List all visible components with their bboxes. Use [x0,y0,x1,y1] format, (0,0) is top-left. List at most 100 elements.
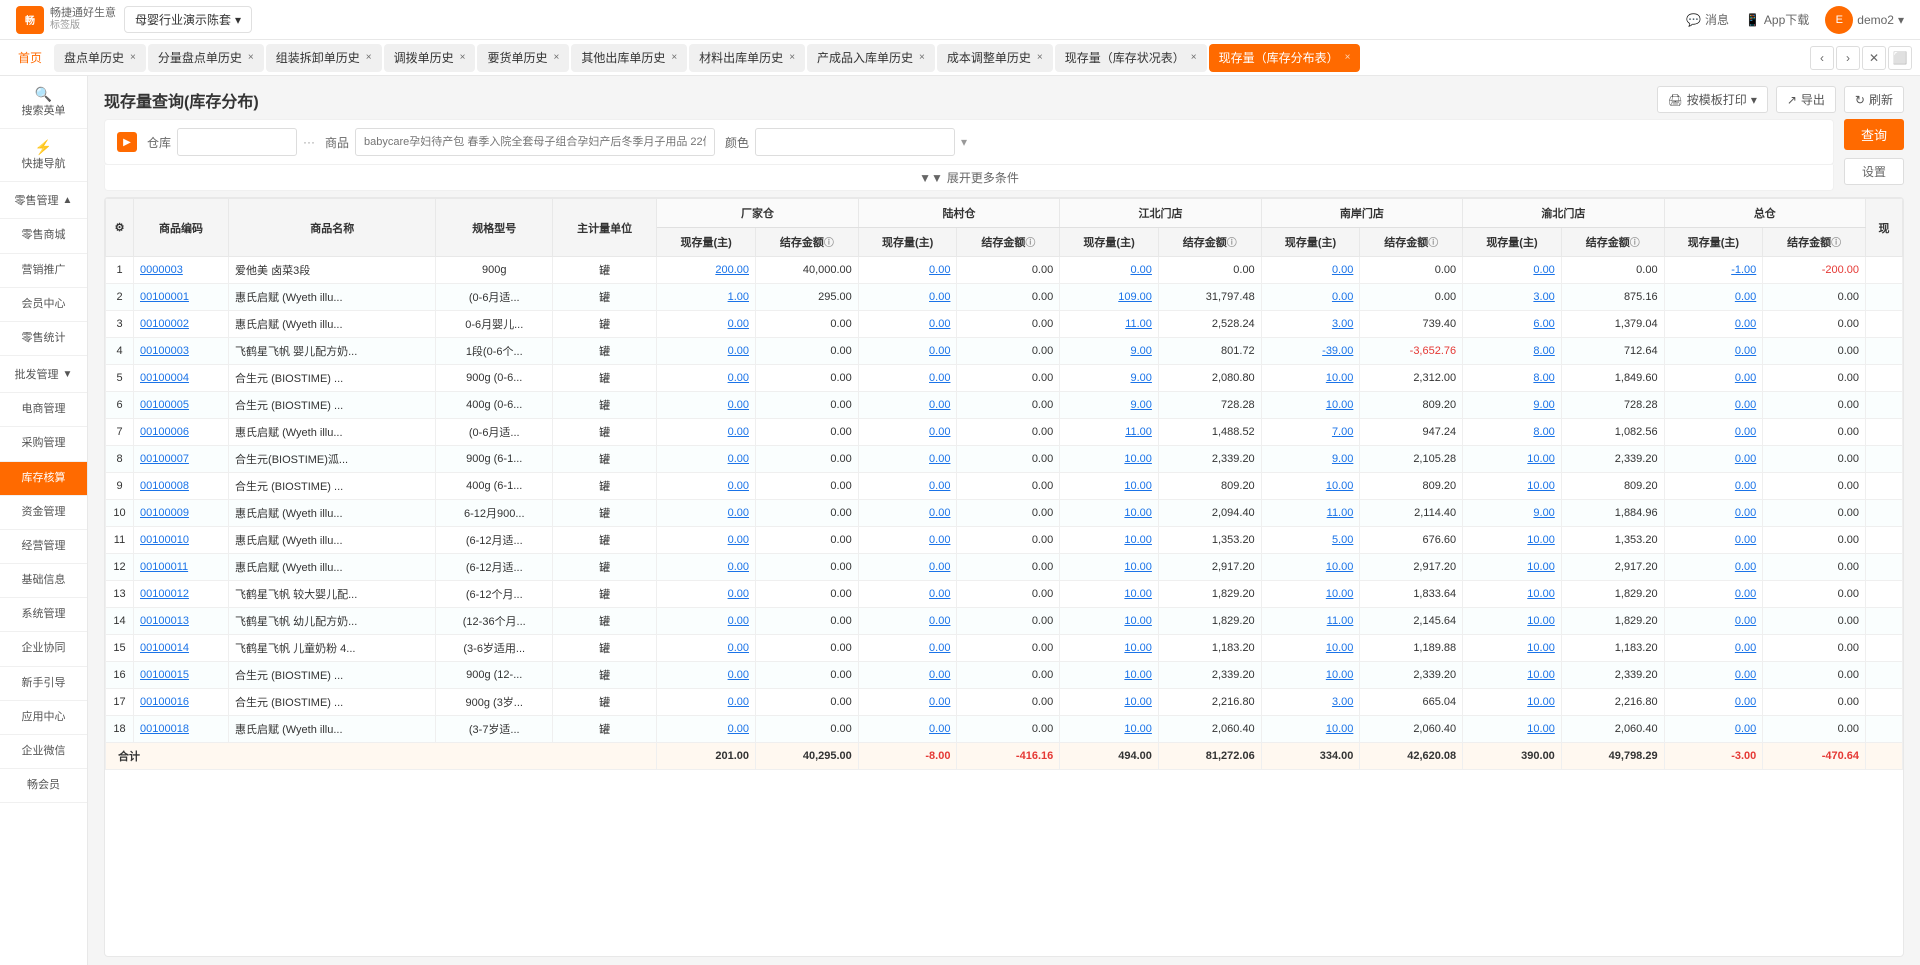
info-icon[interactable]: ⓘ [1428,238,1438,249]
filter-toggle-btn[interactable]: ▶ [117,132,137,152]
refresh-btn[interactable]: ↻ 刷新 [1844,86,1904,113]
sidebar-item-inventory[interactable]: 库存核算 [0,462,87,496]
gear-icon[interactable]: ⚙ [115,222,125,234]
sidebar-item-marketing[interactable]: 营销推广 [0,254,87,288]
col-na-qty: 现存量(主) [1261,228,1360,257]
goods-input[interactable] [355,128,715,156]
col-jb-qty: 现存量(主) [1060,228,1159,257]
info-icon[interactable]: ⓘ [1831,238,1841,249]
sidebar-item-enterprise[interactable]: 企业协同 [0,632,87,666]
table-row: 4 00100003 飞鹤星飞帆 婴儿配方奶... 1段(0-6个... 罐 0… [106,338,1903,365]
nav-prev[interactable]: ‹ [1810,46,1834,70]
tab-split-inventory[interactable]: 分量盘点单历史× [148,44,264,72]
export-btn[interactable]: ↗ 导出 [1776,86,1836,113]
close-icon[interactable]: × [1037,52,1043,63]
data-table-container: ⚙ 商品编码 商品名称 规格型号 主计量单位 厂家仓 陆村仓 江北门店 南岸门店… [104,197,1904,957]
sidebar-item-member2[interactable]: 畅会员 [0,769,87,803]
tab-stock-distribution[interactable]: 现存量（库存分布表）× [1209,44,1361,72]
filter-row: ▶ 仓库 ··· 商品 颜色 [104,119,1834,165]
tab-assembly[interactable]: 组装拆卸单历史× [266,44,382,72]
tab-transfer[interactable]: 调拨单历史× [384,44,476,72]
tab-stock-status[interactable]: 现存量（库存状况表）× [1055,44,1207,72]
tab-requisition[interactable]: 要货单历史× [477,44,569,72]
info-icon[interactable]: ⓘ [824,238,834,249]
sidebar-item-ecommerce[interactable]: 电商管理 [0,393,87,427]
table-row: 16 00100015 合生元 (BIOSTIME) ... 900g (12-… [106,662,1903,689]
sidebar-item-wholesale[interactable]: 批发管理 ▼ [0,356,87,393]
settings-button[interactable]: 设置 [1844,158,1904,185]
sidebar-item-app-center[interactable]: 应用中心 [0,701,87,735]
nav-next[interactable]: › [1836,46,1860,70]
sidebar-item-quick-nav[interactable]: ⚡ 快捷导航 [0,129,87,182]
close-icon[interactable]: × [460,52,466,63]
sidebar-item-member[interactable]: 会员中心 [0,288,87,322]
tab-material-outbound[interactable]: 材料出库单历史× [689,44,805,72]
color-dropdown-icon[interactable]: ▾ [961,135,967,149]
nav-arrows: ‹ › ✕ ⬜ [1810,46,1912,70]
tab-product-inbound[interactable]: 产成品入库单历史× [807,44,935,72]
color-input[interactable] [755,128,955,156]
sidebar-item-purchase[interactable]: 采购管理 [0,427,87,461]
top-bar-right: 💬 消息 📱 App下载 E demo2 ▾ [1686,6,1904,34]
top-bar: 畅 畅捷通好生意 标签版 母婴行业演示陈套 ▾ 💬 消息 📱 App下载 E d… [0,0,1920,40]
user-area[interactable]: E demo2 ▾ [1825,6,1904,34]
message-btn[interactable]: 💬 消息 [1686,11,1729,28]
col-code-header: 商品编码 [134,199,229,257]
sidebar-item-operations[interactable]: 经营管理 [0,530,87,564]
sidebar-item-search[interactable]: 🔍 搜索英单 [0,76,87,129]
download-icon: 📱 [1745,13,1760,27]
table-row: 1 0000003 爱他美 卤菜3段 900g 罐 200.00 40,000.… [106,257,1903,284]
close-icon[interactable]: × [1345,52,1351,63]
filter-fields: ▶ 仓库 ··· 商品 颜色 [104,119,1834,191]
color-filter: 颜色 ▾ [725,128,967,156]
sidebar-item-system[interactable]: 系统管理 [0,598,87,632]
info-icon[interactable]: ⓘ [1227,238,1237,249]
table-row: 11 00100010 惠氏启赋 (Wyeth illu... (6-12月适.… [106,527,1903,554]
col-zc-amt: 结存金额ⓘ [1763,228,1866,257]
close-icon[interactable]: × [366,52,372,63]
col-jb-amt: 结存金额ⓘ [1158,228,1261,257]
col-spec-header: 规格型号 [436,199,553,257]
close-icon[interactable]: × [671,52,677,63]
table-row: 18 00100018 惠氏启赋 (Wyeth illu... (3-7岁适..… [106,716,1903,743]
nav-expand[interactable]: ⬜ [1888,46,1912,70]
sidebar-item-basic-info[interactable]: 基础信息 [0,564,87,598]
app-download-btn[interactable]: 📱 App下载 [1745,11,1809,28]
col-yb-qty: 现存量(主) [1463,228,1562,257]
query-button[interactable]: 查询 [1844,119,1904,150]
info-icon[interactable]: ⓘ [1630,238,1640,249]
tab-inventory-check[interactable]: 盘点单历史× [54,44,146,72]
col-unit-header: 主计量单位 [553,199,657,257]
avatar: E [1825,6,1853,34]
nav-close-all[interactable]: ✕ [1862,46,1886,70]
warehouse-dots[interactable]: ··· [303,135,315,149]
sidebar-item-finance[interactable]: 资金管理 [0,496,87,530]
close-icon[interactable]: × [1191,52,1197,63]
info-icon[interactable]: ⓘ [1025,238,1035,249]
sidebar-item-retail-mall[interactable]: 零售商城 [0,219,87,253]
table-row: 7 00100006 惠氏启赋 (Wyeth illu... (0-6月适...… [106,419,1903,446]
print-btn[interactable]: 🖨 按模板打印 ▾ [1657,86,1768,113]
tab-home[interactable]: 首页 [8,44,52,72]
table-row: 14 00100013 飞鹤星飞帆 幼儿配方奶... (12-36个月... 罐… [106,608,1903,635]
close-icon[interactable]: × [553,52,559,63]
industry-select[interactable]: 母婴行业演示陈套 ▾ [124,6,252,33]
close-icon[interactable]: × [919,52,925,63]
summary-row: 合计 201.00 40,295.00 -8.00 -416.16 494.00… [106,743,1903,770]
warehouse-input[interactable] [177,128,297,156]
chevron-up-icon: ▲ [63,195,73,206]
chevron-down-icon: ▾ [1898,13,1904,27]
sidebar-item-wechat-work[interactable]: 企业微信 [0,735,87,769]
top-bar-left: 畅 畅捷通好生意 标签版 母婴行业演示陈套 ▾ [16,6,252,34]
close-icon[interactable]: × [789,52,795,63]
close-icon[interactable]: × [130,52,136,63]
expand-more-btn[interactable]: ▼▼ 展开更多条件 [104,165,1834,191]
logo-text: 畅捷通好生意 标签版 [50,7,116,32]
tab-other-outbound[interactable]: 其他出库单历史× [571,44,687,72]
sidebar-item-guide[interactable]: 新手引导 [0,667,87,701]
close-icon[interactable]: × [248,52,254,63]
tab-cost-adjust[interactable]: 成本调整单历史× [937,44,1053,72]
table-row: 17 00100016 合生元 (BIOSTIME) ... 900g (3岁.… [106,689,1903,716]
sidebar-item-retail-stats[interactable]: 零售统计 [0,322,87,356]
sidebar-item-retail[interactable]: 零售管理 ▲ [0,182,87,219]
